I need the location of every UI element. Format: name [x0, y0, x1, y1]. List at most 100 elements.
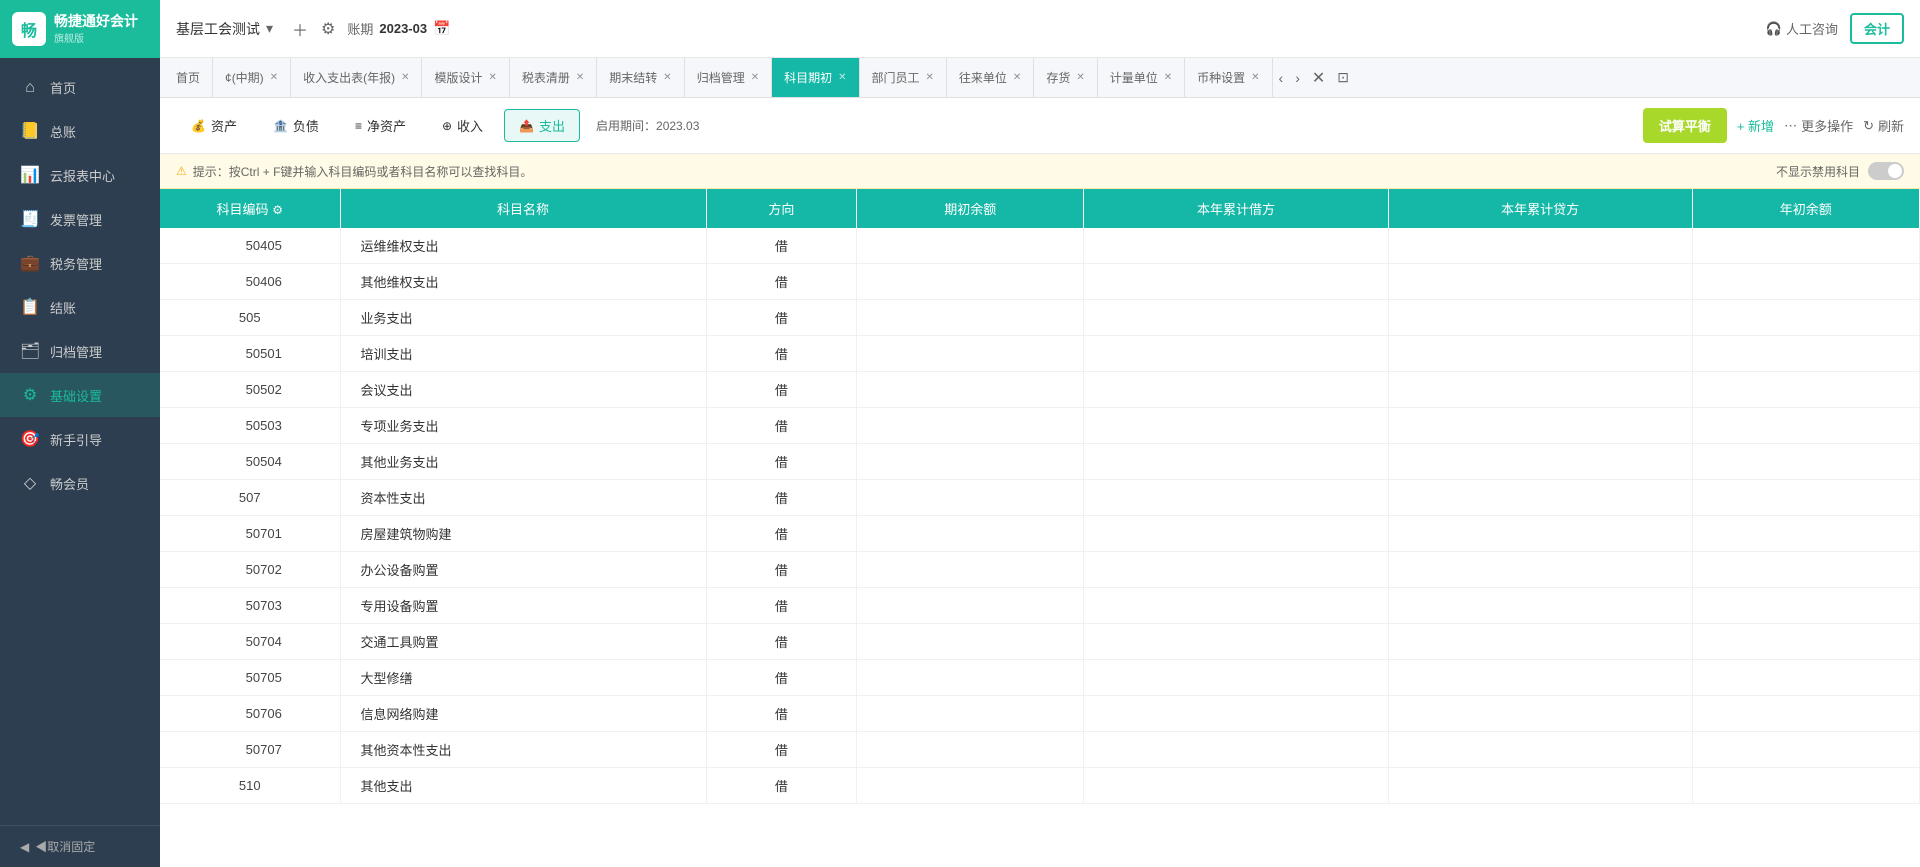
- tab-label-period: ¢(中期): [225, 69, 264, 86]
- tab-close-currency[interactable]: ✕: [1251, 72, 1259, 83]
- cell-annual: [1692, 660, 1919, 696]
- sidebar-item-tax[interactable]: 💼税务管理: [0, 241, 160, 285]
- tab-subject[interactable]: 科目期初✕: [772, 58, 859, 98]
- sidebar-item-settings[interactable]: ⚙基础设置: [0, 373, 160, 417]
- tab-dept[interactable]: 部门员工✕: [860, 58, 947, 98]
- tab-expand-btn[interactable]: ⊡: [1331, 69, 1355, 86]
- table-row[interactable]: 50501培训支出借: [160, 336, 1920, 372]
- customer-service-btn[interactable]: 🎧 人工咨询: [1766, 19, 1838, 38]
- table-row[interactable]: 505业务支出借: [160, 300, 1920, 336]
- tab-unit[interactable]: 计量单位✕: [1098, 58, 1185, 98]
- col-header-0[interactable]: 科目编码 ⚙: [160, 189, 340, 228]
- filter-tab-income_tab[interactable]: ⊕收入: [427, 109, 498, 142]
- cell-annual: [1692, 552, 1919, 588]
- filter-tab-expense[interactable]: 📤支出: [504, 109, 580, 142]
- tab-nav-next[interactable]: ›: [1289, 70, 1306, 86]
- account-type-btn[interactable]: 会计: [1850, 13, 1904, 44]
- tab-label-taxclear: 税表清册: [522, 69, 570, 86]
- table-row[interactable]: 50704交通工具购置借: [160, 624, 1920, 660]
- tab-yearend[interactable]: 期末结转✕: [597, 58, 684, 98]
- sidebar-icon-reports: 📊: [20, 165, 40, 185]
- tab-close-dept[interactable]: ✕: [926, 72, 934, 83]
- cell-debit: [1084, 516, 1388, 552]
- sidebar-icon-tax: 💼: [20, 253, 40, 273]
- table-row[interactable]: 50406其他维权支出借: [160, 264, 1920, 300]
- table-row[interactable]: 510其他支出借: [160, 768, 1920, 804]
- tab-close-taxclear[interactable]: ✕: [576, 72, 584, 83]
- table-row[interactable]: 50706信息网络购建借: [160, 696, 1920, 732]
- balance-btn[interactable]: 试算平衡: [1643, 108, 1727, 143]
- sidebar-item-home[interactable]: ⌂首页: [0, 66, 160, 109]
- tab-currency[interactable]: 币种设置✕: [1185, 58, 1272, 98]
- tab-close-partner[interactable]: ✕: [1013, 72, 1021, 83]
- cell-debit: [1084, 588, 1388, 624]
- tab-taxclear[interactable]: 税表清册 ✕: [510, 58, 597, 98]
- cell-opening: [857, 228, 1084, 264]
- filter-icon-income_tab: ⊕: [442, 119, 452, 133]
- cell-annual: [1692, 516, 1919, 552]
- tab-template[interactable]: 模版设计✕: [422, 58, 509, 98]
- refresh-btn[interactable]: ↻ 刷新: [1863, 116, 1904, 135]
- cell-name: 专项业务支出: [340, 408, 706, 444]
- table-row[interactable]: 50705大型修缮借: [160, 660, 1920, 696]
- table-row[interactable]: 50504其他业务支出借: [160, 444, 1920, 480]
- sidebar-collapse-btn[interactable]: ◀ ◀取消固定: [0, 825, 160, 867]
- filter-tab-liability[interactable]: 🏦负债: [258, 109, 334, 142]
- cell-name: 其他业务支出: [340, 444, 706, 480]
- tab-close-all-btn[interactable]: ✕: [1306, 68, 1331, 88]
- company-selector[interactable]: 基层工会测试 ▾: [176, 19, 273, 39]
- tab-home[interactable]: 首页: [164, 58, 213, 98]
- cell-credit: [1388, 624, 1692, 660]
- tab-close-period[interactable]: ✕: [270, 72, 278, 83]
- tab-close-template[interactable]: ✕: [488, 72, 496, 83]
- sidebar-item-settle[interactable]: 📋结账: [0, 285, 160, 329]
- period-calendar-icon[interactable]: 📅: [433, 20, 450, 37]
- more-actions-btn[interactable]: ⋯ 更多操作: [1784, 116, 1853, 135]
- table-row[interactable]: 50502会议支出借: [160, 372, 1920, 408]
- table-row[interactable]: 50503专项业务支出借: [160, 408, 1920, 444]
- cell-opening: [857, 696, 1084, 732]
- tab-archivemgr[interactable]: 归档管理✕: [685, 58, 772, 98]
- tab-close-archivemgr[interactable]: ✕: [751, 72, 759, 83]
- sidebar-item-invoice[interactable]: 🧾发票管理: [0, 197, 160, 241]
- tab-nav-prev[interactable]: ‹: [1273, 70, 1290, 86]
- disable-toggle[interactable]: [1868, 162, 1904, 180]
- sidebar-item-archive[interactable]: 🗂归档管理: [0, 329, 160, 373]
- cell-code: 50706: [160, 696, 340, 732]
- sidebar-item-guide[interactable]: 🎯新手引导: [0, 417, 160, 461]
- table-row[interactable]: 50702办公设备购置借: [160, 552, 1920, 588]
- cell-code: 507: [160, 480, 340, 516]
- add-subject-btn[interactable]: + 新增: [1737, 116, 1774, 135]
- sidebar-item-reports[interactable]: 📊云报表中心: [0, 153, 160, 197]
- hint-text: 提示：按Ctrl + F键并输入科目编码或者科目名称可以查找科目。: [193, 163, 533, 180]
- col-settings-icon[interactable]: ⚙: [272, 203, 283, 217]
- filter-tab-equity[interactable]: ≡净资产: [340, 109, 421, 142]
- header-settings-btn[interactable]: ⚙: [321, 19, 335, 39]
- cell-opening: [857, 768, 1084, 804]
- table-row[interactable]: 50405运维维权支出借: [160, 228, 1920, 264]
- cell-annual: [1692, 264, 1919, 300]
- table-row[interactable]: 50707其他资本性支出借: [160, 732, 1920, 768]
- cell-credit: [1388, 588, 1692, 624]
- tab-close-inventory[interactable]: ✕: [1076, 72, 1084, 83]
- sidebar-item-ledger[interactable]: 📒总账: [0, 109, 160, 153]
- active-period-label: 启用期间：2023.03: [596, 117, 699, 134]
- cell-code: 505: [160, 300, 340, 336]
- table-row[interactable]: 507资本性支出借: [160, 480, 1920, 516]
- subject-table-container: 科目编码 ⚙科目名称方向期初余额本年累计借方本年累计贷方年初余额 50405运维…: [160, 189, 1920, 867]
- add-company-btn[interactable]: ＋: [289, 18, 311, 40]
- tab-close-unit[interactable]: ✕: [1164, 72, 1172, 83]
- hint-right: 不显示禁用科目: [1776, 162, 1904, 180]
- table-row[interactable]: 50703专用设备购置借: [160, 588, 1920, 624]
- tab-partner[interactable]: 往来单位✕: [947, 58, 1034, 98]
- sidebar-item-member[interactable]: ◇畅会员: [0, 461, 160, 505]
- tab-close-income[interactable]: ✕: [401, 72, 409, 83]
- filter-tab-asset[interactable]: 💰资产: [176, 109, 252, 142]
- tab-period[interactable]: ¢(中期) ✕: [213, 58, 291, 98]
- tab-close-subject[interactable]: ✕: [838, 72, 846, 83]
- tab-income[interactable]: 收入支出表(年报)✕: [291, 58, 422, 98]
- tab-close-yearend[interactable]: ✕: [663, 72, 671, 83]
- tab-inventory[interactable]: 存货✕: [1034, 58, 1097, 98]
- table-row[interactable]: 50701房屋建筑物购建借: [160, 516, 1920, 552]
- app-name: 畅捷通好会计: [54, 13, 138, 30]
